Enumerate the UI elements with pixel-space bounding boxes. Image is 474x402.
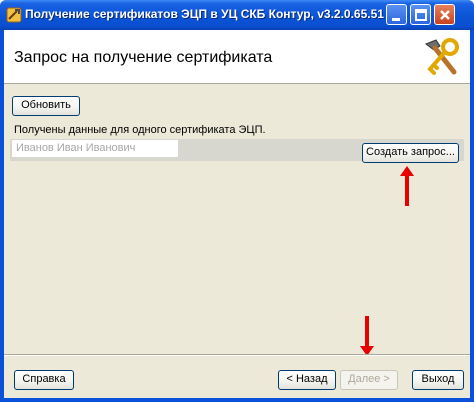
window-title: Получение сертификатов ЭЦП в УЦ СКБ Конт… xyxy=(25,7,384,21)
status-text: Получены данные для одного сертификата Э… xyxy=(14,124,266,136)
next-button[interactable]: Далее > xyxy=(340,370,398,390)
dialog-client-area: Запрос на получение сертификата Обновить… xyxy=(4,30,470,398)
maximize-icon xyxy=(415,9,427,21)
close-icon xyxy=(440,10,450,20)
back-button[interactable]: < Назад xyxy=(278,370,336,390)
footer-divider xyxy=(4,354,470,356)
certificate-holder-name: Иванов Иван Иванович xyxy=(12,140,178,157)
arrow-down-icon xyxy=(360,316,374,356)
wizard-header: Запрос на получение сертификата xyxy=(4,30,470,84)
hammer-key-icon xyxy=(420,36,462,78)
create-request-button[interactable]: Создать запрос... xyxy=(362,143,459,163)
help-button[interactable]: Справка xyxy=(14,370,74,390)
refresh-button[interactable]: Обновить xyxy=(12,96,80,116)
exit-button[interactable]: Выход xyxy=(412,370,464,390)
minimize-icon xyxy=(392,18,400,21)
page-title: Запрос на получение сертификата xyxy=(14,49,273,66)
tools-icon xyxy=(6,7,22,23)
maximize-button[interactable] xyxy=(410,4,431,25)
dialog-window: Получение сертификатов ЭЦП в УЦ СКБ Конт… xyxy=(0,0,474,402)
arrow-up-icon xyxy=(400,166,414,206)
minimize-button[interactable] xyxy=(386,4,407,25)
close-button[interactable] xyxy=(434,4,455,25)
title-bar[interactable]: Получение сертификатов ЭЦП в УЦ СКБ Конт… xyxy=(0,0,474,30)
